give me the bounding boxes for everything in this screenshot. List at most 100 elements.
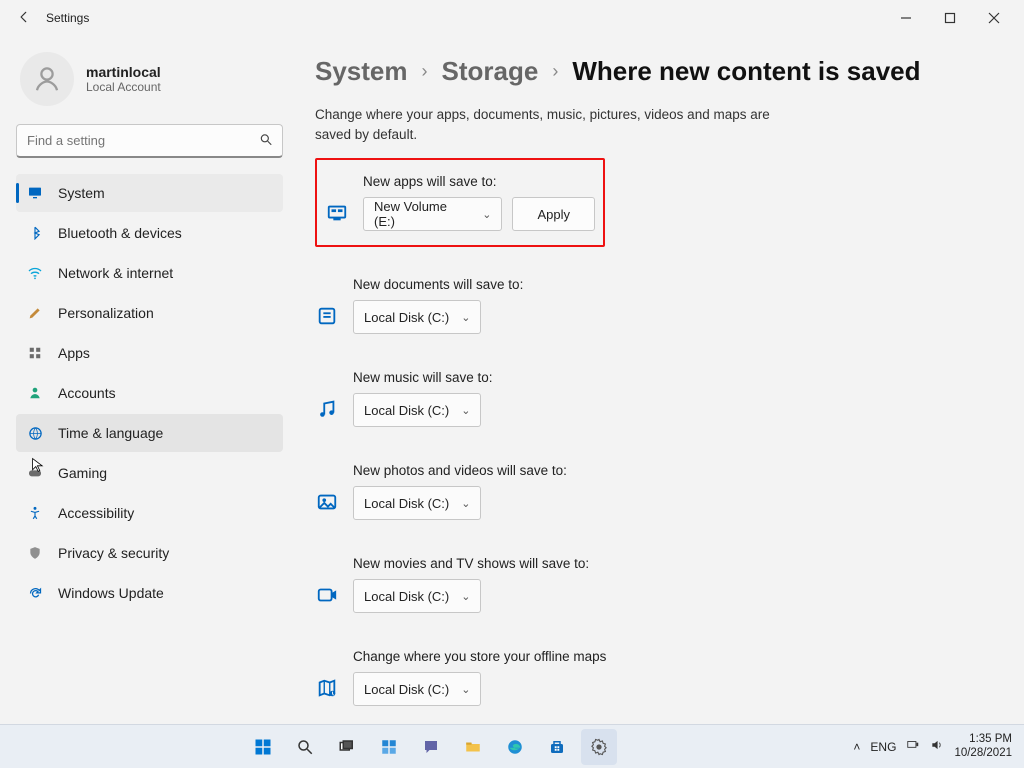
sidebar-item-label: Apps — [58, 345, 90, 361]
documents-location-select[interactable]: Local Disk (C:) ⌄ — [353, 300, 481, 334]
sidebar-item-label: Privacy & security — [58, 545, 169, 561]
titlebar: Settings — [0, 0, 1024, 36]
sidebar-item-accessibility[interactable]: Accessibility — [16, 494, 283, 532]
select-value: Local Disk (C:) — [364, 496, 449, 511]
select-value: Local Disk (C:) — [364, 403, 449, 418]
sidebar-item-label: Accounts — [58, 385, 116, 401]
tray-volume-icon[interactable] — [930, 738, 944, 755]
group-apps: New apps will save to: New Volume (E:) ⌄… — [325, 168, 595, 237]
group-music: New music will save to: Local Disk (C:) … — [315, 364, 984, 433]
breadcrumb-storage[interactable]: Storage — [442, 56, 539, 87]
chevron-down-icon: ⌄ — [461, 311, 470, 324]
chevron-down-icon: ⌄ — [461, 404, 470, 417]
group-documents: New documents will save to: Local Disk (… — [315, 271, 984, 340]
store-button[interactable] — [539, 729, 575, 765]
select-value: Local Disk (C:) — [364, 682, 449, 697]
page-title: Where new content is saved — [572, 56, 920, 87]
select-value: New Volume (E:) — [374, 199, 470, 229]
avatar-icon — [20, 52, 74, 106]
apps-icon — [26, 344, 44, 362]
group-maps: Change where you store your offline maps… — [315, 643, 984, 712]
sidebar-item-apps[interactable]: Apps — [16, 334, 283, 372]
chevron-down-icon: ⌄ — [461, 683, 470, 696]
minimize-button[interactable] — [884, 3, 928, 33]
maximize-button[interactable] — [928, 3, 972, 33]
main-content: System › Storage › Where new content is … — [295, 36, 1024, 724]
chevron-right-icon: › — [422, 61, 428, 82]
sidebar-item-update[interactable]: Windows Update — [16, 574, 283, 612]
sidebar-item-label: Personalization — [58, 305, 154, 321]
task-view-button[interactable] — [329, 729, 365, 765]
group-photos: New photos and videos will save to: Loca… — [315, 457, 984, 526]
sidebar-item-label: Network & internet — [58, 265, 173, 281]
chevron-down-icon: ⌄ — [461, 590, 470, 603]
chat-button[interactable] — [413, 729, 449, 765]
sidebar-item-gaming[interactable]: Gaming — [16, 454, 283, 492]
sidebar-item-system[interactable]: System — [16, 174, 283, 212]
system-tray[interactable]: ˄ ENG 1:35 PM 10/28/2021 — [853, 733, 1016, 759]
select-value: Local Disk (C:) — [364, 589, 449, 604]
taskbar: ˄ ENG 1:35 PM 10/28/2021 — [0, 724, 1024, 768]
apply-button[interactable]: Apply — [512, 197, 595, 231]
sidebar-item-accounts[interactable]: Accounts — [16, 374, 283, 412]
apps-location-icon — [325, 202, 349, 224]
movies-location-select[interactable]: Local Disk (C:) ⌄ — [353, 579, 481, 613]
shield-icon — [26, 544, 44, 562]
select-value: Local Disk (C:) — [364, 310, 449, 325]
sidebar-item-label: System — [58, 185, 105, 201]
search-icon — [259, 133, 273, 150]
group-movies: New movies and TV shows will save to: Lo… — [315, 550, 984, 619]
person-icon — [26, 384, 44, 402]
sidebar-item-label: Gaming — [58, 465, 107, 481]
start-button[interactable] — [245, 729, 281, 765]
tray-network-icon[interactable] — [906, 738, 920, 755]
maps-icon — [315, 677, 339, 699]
globe-icon — [26, 424, 44, 442]
bluetooth-icon — [26, 224, 44, 242]
sidebar-item-privacy[interactable]: Privacy & security — [16, 534, 283, 572]
breadcrumb-system[interactable]: System — [315, 56, 408, 87]
maps-location-select[interactable]: Local Disk (C:) ⌄ — [353, 672, 481, 706]
sidebar: martinlocal Local Account System Bluetoo… — [0, 36, 295, 724]
nav: System Bluetooth & devices Network & int… — [16, 174, 283, 612]
sidebar-item-label: Accessibility — [58, 505, 134, 521]
sidebar-item-bluetooth[interactable]: Bluetooth & devices — [16, 214, 283, 252]
close-button[interactable] — [972, 3, 1016, 33]
music-location-select[interactable]: Local Disk (C:) ⌄ — [353, 393, 481, 427]
chevron-right-icon: › — [552, 61, 558, 82]
apps-location-select[interactable]: New Volume (E:) ⌄ — [363, 197, 502, 231]
tray-chevron-icon[interactable]: ˄ — [853, 740, 860, 754]
window-title: Settings — [46, 11, 89, 25]
file-explorer-button[interactable] — [455, 729, 491, 765]
chevron-down-icon: ⌄ — [461, 497, 470, 510]
search-box[interactable] — [16, 124, 283, 158]
display-icon — [26, 184, 44, 202]
sidebar-item-personalization[interactable]: Personalization — [16, 294, 283, 332]
sidebar-item-time-language[interactable]: Time & language — [16, 414, 283, 452]
sidebar-item-network[interactable]: Network & internet — [16, 254, 283, 292]
update-icon — [26, 584, 44, 602]
tray-clock[interactable]: 1:35 PM 10/28/2021 — [954, 733, 1012, 759]
account-name: martinlocal — [86, 64, 161, 80]
taskbar-search-button[interactable] — [287, 729, 323, 765]
wifi-icon — [26, 264, 44, 282]
tray-time: 1:35 PM — [954, 733, 1012, 746]
search-input[interactable] — [16, 124, 283, 158]
edge-button[interactable] — [497, 729, 533, 765]
settings-taskbar-button[interactable] — [581, 729, 617, 765]
photos-icon — [315, 491, 339, 513]
accessibility-icon — [26, 504, 44, 522]
group-label: New movies and TV shows will save to: — [353, 556, 984, 571]
account-block[interactable]: martinlocal Local Account — [16, 46, 283, 124]
tray-date: 10/28/2021 — [954, 747, 1012, 760]
taskbar-center — [8, 729, 853, 765]
photos-location-select[interactable]: Local Disk (C:) ⌄ — [353, 486, 481, 520]
group-label: Change where you store your offline maps — [353, 649, 984, 664]
back-button[interactable] — [8, 10, 40, 27]
tray-language[interactable]: ENG — [870, 740, 896, 754]
brush-icon — [26, 304, 44, 322]
account-type: Local Account — [86, 80, 161, 94]
documents-icon — [315, 305, 339, 327]
group-label: New documents will save to: — [353, 277, 984, 292]
widgets-button[interactable] — [371, 729, 407, 765]
